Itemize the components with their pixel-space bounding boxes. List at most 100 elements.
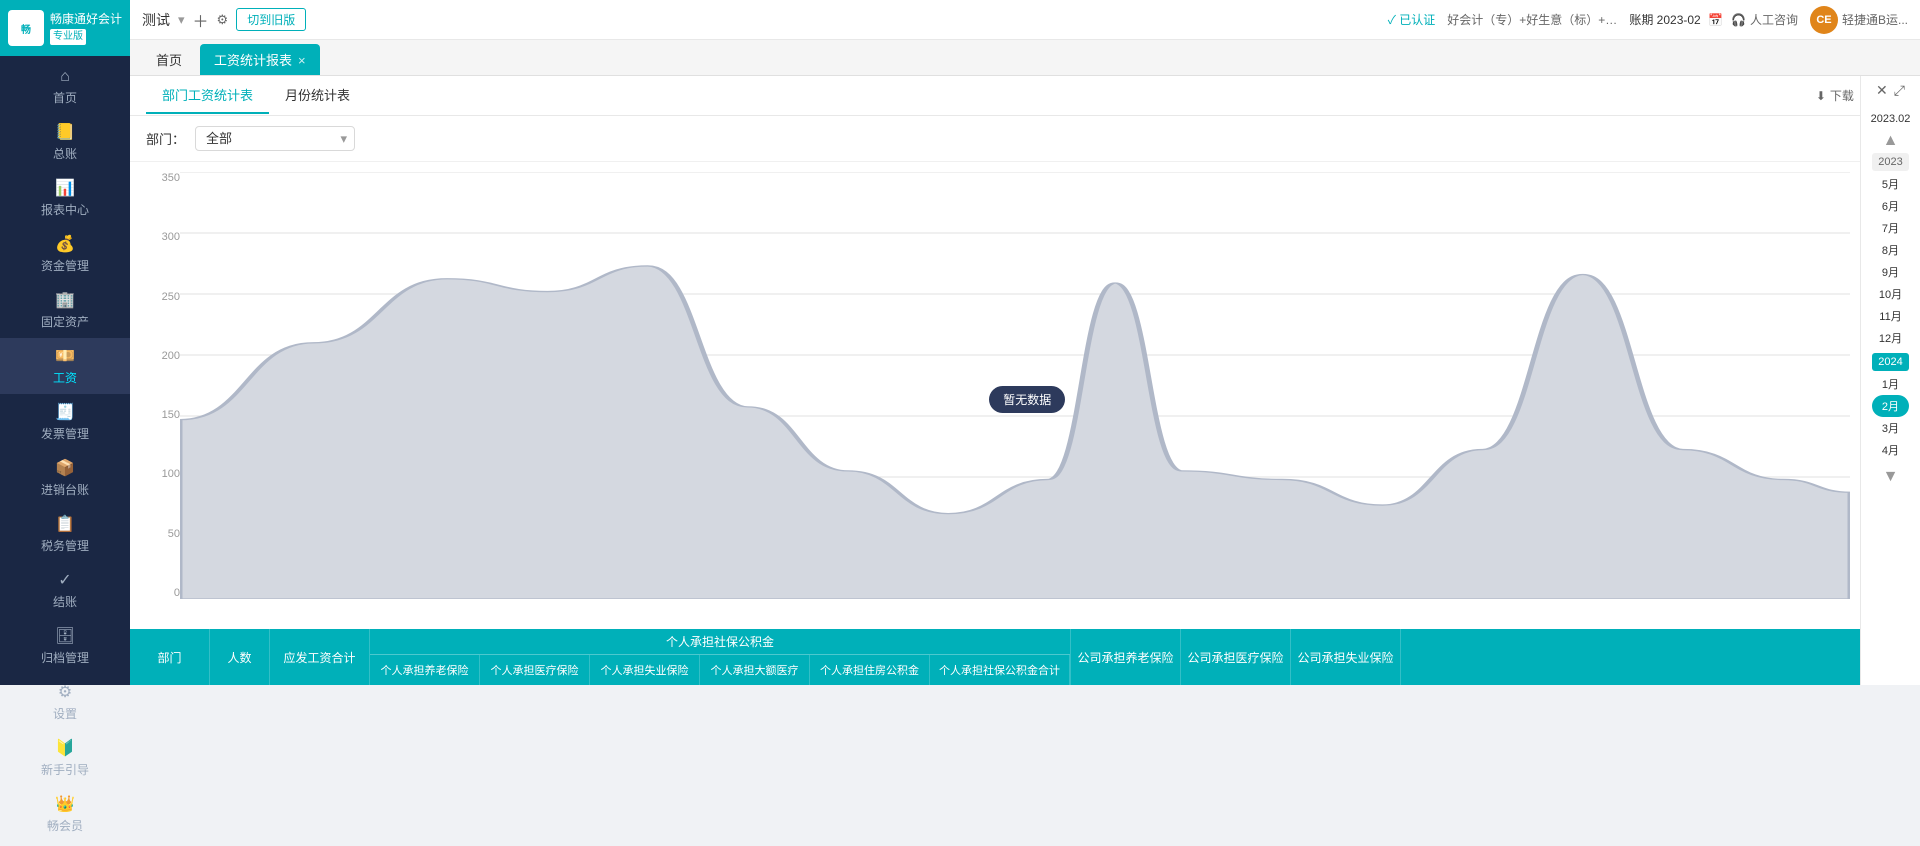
col-group-header: 个人承担社保公积金 [370,629,1070,655]
topbar-settings-icon[interactable]: ⚙ [217,12,229,28]
month-item-10月[interactable]: 10月 [1872,283,1908,305]
period-label: 账期 2023-02 📅 [1629,11,1723,28]
salary-icon: 💴 [55,346,75,366]
month-item-8月[interactable]: 8月 [1872,239,1908,261]
table-col-部门: 部门 [130,629,210,685]
sidebar-item-guide[interactable]: 🔰新手引导 [0,730,130,786]
logo-text: 畅康通好会计 专业版 [50,11,122,46]
tab-close-icon[interactable]: × [298,53,306,68]
y-label: 350 [162,172,180,184]
invoice-icon: 🧾 [55,402,75,422]
tab-home[interactable]: 首页 [142,44,196,75]
tax-icon: 📋 [55,514,75,534]
month-item-9月[interactable]: 9月 [1872,261,1908,283]
topbar-actions: 🎧 人工咨询 CE 轻捷通B运... [1731,6,1908,34]
month-item-5月[interactable]: 5月 [1872,173,1908,195]
month-item-6月[interactable]: 6月 [1872,195,1908,217]
switch-old-version-button[interactable]: 切到旧版 [236,8,306,31]
logo-icon: 畅 [8,10,44,46]
year-header-2023[interactable]: 2023 [1872,153,1908,171]
settings-icon: ⚙ [58,682,72,702]
sidebar: 畅 畅康通好会计 专业版 ⌂首页📒总账📊报表中心💰资金管理🏢固定资产💴工资🧾发票… [0,0,130,685]
sidebar-item-home[interactable]: ⌂首页 [0,60,130,114]
col-sub-个人承担失业保险: 个人承担失业保险 [590,655,700,685]
sidebar-item-settings[interactable]: ⚙设置 [0,674,130,730]
panel-nav-down[interactable]: ▼ [1883,465,1899,489]
y-label: 300 [162,231,180,243]
month-item-4月[interactable]: 4月 [1872,439,1908,461]
year-section-2024: 2024 1月2月3月4月 [1872,353,1908,461]
topbar: 测试 ▾ ＋ ⚙ 切到旧版 ✓ 已认证 好会计（专）+好生意（标）+… 账期 2… [130,0,1920,40]
panel-nav-up[interactable]: ▲ [1883,129,1899,153]
panel-close-icon[interactable]: ✕ [1876,82,1888,103]
panel-expand-icon[interactable]: ⤢ [1894,82,1905,99]
reports-icon: 📊 [55,178,75,198]
month-item-2月[interactable]: 2月 [1872,395,1908,417]
table-col-应发工资合计: 应发工资合计 [270,629,370,685]
sidebar-item-ledger[interactable]: 📒总账 [0,114,130,170]
filterbar: 部门： 全部销售部技术部行政部财务部 ▾ [130,116,1920,162]
table-col-公司承担医疗保险: 公司承担医疗保险 [1181,629,1291,685]
sidebar-item-tax[interactable]: 📋税务管理 [0,506,130,562]
col-sub-个人承担医疗保险: 个人承担医疗保险 [480,655,590,685]
month-item-3月[interactable]: 3月 [1872,417,1908,439]
col-sub-个人承担住房公积金: 个人承担住房公积金 [810,655,930,685]
headset-icon: 🎧 [1731,13,1746,27]
topbar-title: 测试 [142,10,170,30]
month-item-12月[interactable]: 12月 [1872,327,1908,349]
sidebar-item-close[interactable]: ✓结账 [0,562,130,618]
sidebar-menu: ⌂首页📒总账📊报表中心💰资金管理🏢固定资产💴工资🧾发票管理📦进销台账📋税务管理✓… [0,56,130,846]
tab-salary-report[interactable]: 工资统计报表× [200,44,320,75]
table-header: 部门人数应发工资合计个人承担社保公积金个人承担养老保险个人承担医疗保险个人承担失… [130,629,1920,685]
ledger-icon: 📒 [55,122,75,142]
sidebar-logo: 畅 畅康通好会计 专业版 [0,0,130,56]
topbar-dropdown-arrow[interactable]: ▾ [178,12,185,28]
sidebar-item-sales[interactable]: 📦进销台账 [0,450,130,506]
subtab-dept[interactable]: 部门工资统计表 [146,77,269,114]
tabbar: 首页工资统计报表× [130,40,1920,76]
sidebar-item-reports[interactable]: 📊报表中心 [0,170,130,226]
table-col-公司承担养老保险: 公司承担养老保险 [1071,629,1181,685]
col-sub-个人承担养老保险: 个人承担养老保险 [370,655,480,685]
month-item-1月[interactable]: 1月 [1872,373,1908,395]
y-label: 250 [162,291,180,303]
month-item-11月[interactable]: 11月 [1872,305,1908,327]
user-menu[interactable]: CE 轻捷通B运... [1810,6,1908,34]
assets-icon: 🏢 [55,290,75,310]
certified-status: ✓ 已认证 [1388,11,1436,28]
sidebar-item-member[interactable]: 👑畅会员 [0,786,130,842]
chart-area-path [180,266,1850,599]
product-tags: 好会计（专）+好生意（标）+… [1447,11,1617,28]
sales-icon: 📦 [55,458,75,478]
year-header-2024[interactable]: 2024 [1872,353,1908,371]
download-button[interactable]: ⬇ 下载 [1816,87,1854,104]
dept-select[interactable]: 全部销售部技术部行政部财务部 [195,126,355,151]
close-icon: ✓ [58,570,71,590]
calendar-icon[interactable]: 📅 [1708,13,1723,27]
month-item-7月[interactable]: 7月 [1872,217,1908,239]
year-section-2023: 2023 5月6月7月8月9月10月11月12月 [1872,153,1908,349]
y-label: 100 [162,468,180,480]
sidebar-item-salary[interactable]: 💴工资 [0,338,130,394]
y-label: 50 [168,528,180,540]
year-display: 2023.02 [1871,113,1911,125]
table-col-人数: 人数 [210,629,270,685]
chart-tooltip: 暂无数据 [989,386,1065,413]
sidebar-item-invoice[interactable]: 🧾发票管理 [0,394,130,450]
subtabs: 部门工资统计表月份统计表 ⬇ 下载 ↻ 刷新 [130,76,1920,116]
subtab-monthly[interactable]: 月份统计表 [269,77,366,114]
y-axis-labels: 350300250200150100500 [140,172,180,599]
human-service-button[interactable]: 🎧 人工咨询 [1731,11,1798,28]
sidebar-item-archive[interactable]: 🗄归档管理 [0,618,130,674]
sidebar-item-assets[interactable]: 🏢固定资产 [0,282,130,338]
chart-area: 350300250200150100500 暂无数据 [130,162,1920,629]
col-sub-个人承担大额医疗: 个人承担大额医疗 [700,655,810,685]
topbar-add-button[interactable]: ＋ [193,8,209,32]
main-content: 测试 ▾ ＋ ⚙ 切到旧版 ✓ 已认证 好会计（专）+好生意（标）+… 账期 2… [130,0,1920,685]
content-area: ✕ ⤢ 2023.02 ▲2023 5月6月7月8月9月10月11月12月 2024… [130,76,1920,685]
dept-select-wrap: 全部销售部技术部行政部财务部 ▾ [195,126,355,151]
table-col-公司承担失业保险: 公司承担失业保险 [1291,629,1401,685]
member-icon: 👑 [55,794,75,814]
avatar: CE [1810,6,1838,34]
sidebar-item-funds[interactable]: 💰资金管理 [0,226,130,282]
